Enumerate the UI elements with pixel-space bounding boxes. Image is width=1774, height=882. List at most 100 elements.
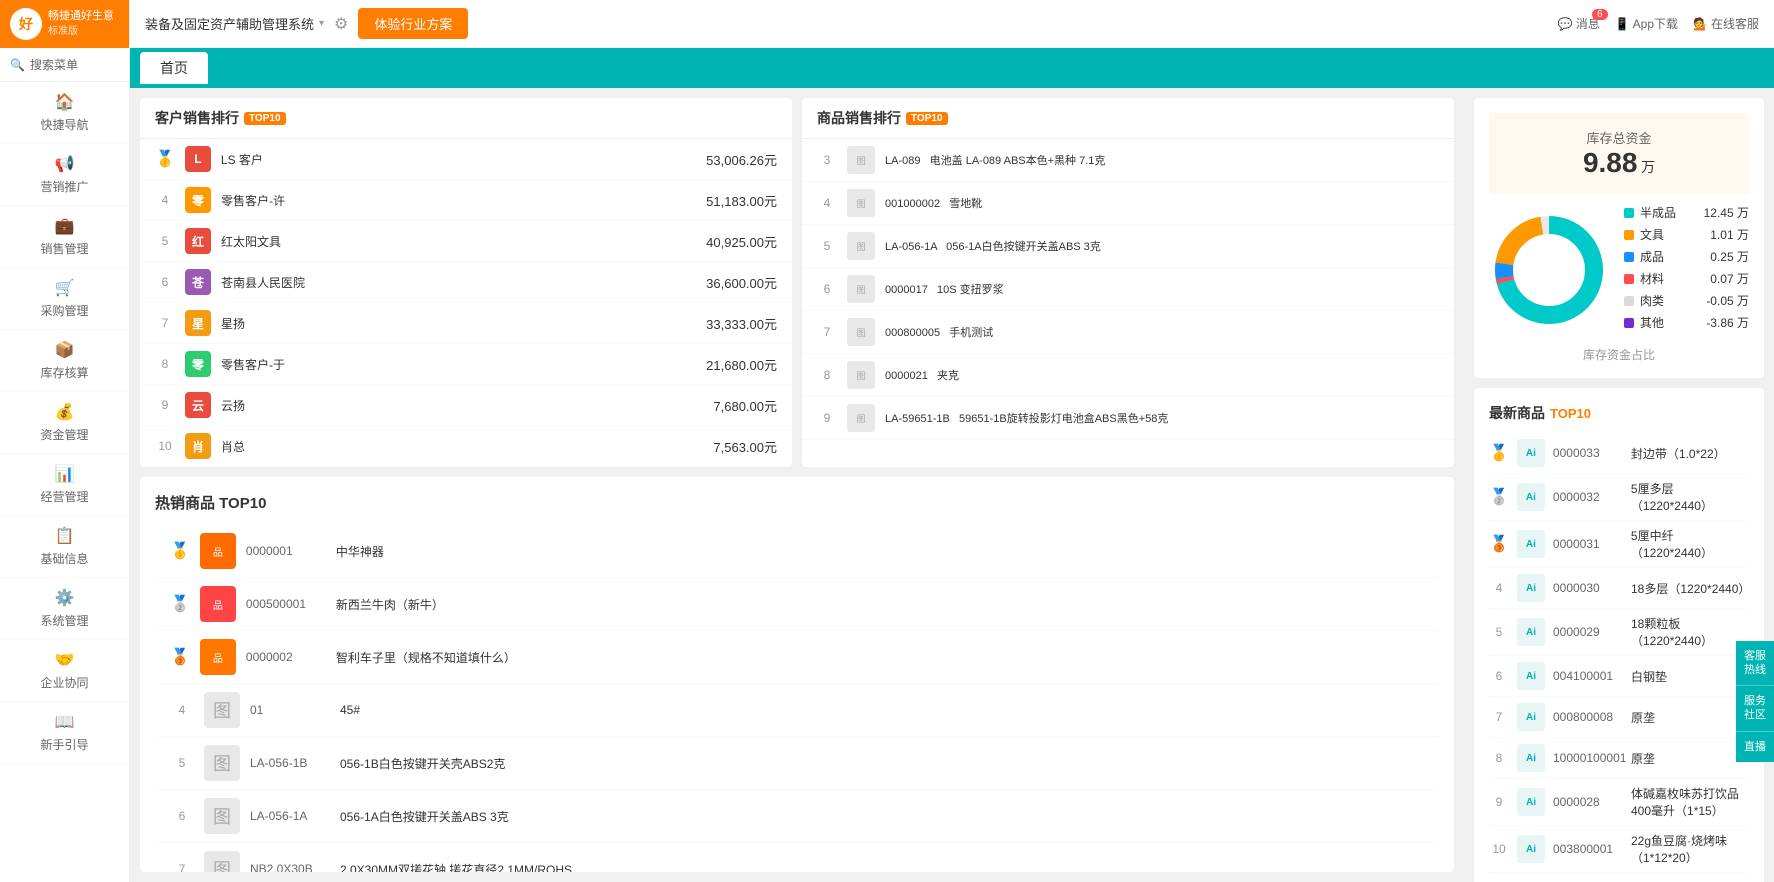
product-image: Ai — [1517, 703, 1545, 731]
right-sidebar: 库存总资金 9.88 万 — [1464, 88, 1774, 882]
guide-icon: 📖 — [55, 712, 75, 732]
sidebar-item-sales[interactable]: 💼 销售管理 — [0, 206, 129, 268]
sidebar-item-marketing[interactable]: 📢 营销推广 — [0, 144, 129, 206]
table-row: 7 图 000800005 手机测试 — [802, 311, 1454, 354]
list-item: 6 图 LA-056-1A 056-1A白色按键开关盖ABS 3克 — [155, 790, 1439, 843]
legend-dot — [1624, 318, 1634, 328]
new-products-panel: 最新商品 TOP10 🥇 Ai 0000033 封边带（1.0*22） 🥈 Ai… — [1474, 388, 1764, 882]
product-image: 图 — [847, 361, 875, 389]
customer-ranking-badge: TOP10 — [244, 112, 286, 125]
inventory-icon: 📦 — [55, 340, 75, 360]
product-image: Ai — [1517, 788, 1545, 816]
system-icon: ⚙️ — [55, 588, 75, 608]
sales-icon: 💼 — [55, 216, 75, 236]
home-icon: 🏠 — [55, 92, 75, 112]
legend-dot — [1624, 296, 1634, 306]
table-row: 🥇 L LS 客户 53,006.26元 — [140, 139, 792, 180]
legend-dot — [1624, 252, 1634, 262]
legend-item: 成品 0.25 万 — [1624, 248, 1749, 265]
message-icon: 💬 — [1558, 17, 1573, 31]
tabbar: 首页 — [130, 48, 1774, 88]
medal-icon: 🥇 — [155, 149, 175, 169]
topbar-right: 💬 消息 6 📱 App下载 💁 在线客服 — [1558, 15, 1759, 32]
list-item: 5 Ai 0000029 18颗粒板（1220*2440） — [1489, 609, 1749, 656]
product-image: 品 — [200, 639, 236, 675]
product-image: Ai — [1517, 744, 1545, 772]
dropdown-icon[interactable]: ▾ — [319, 18, 324, 29]
online-service-button[interactable]: 💁 在线客服 — [1693, 15, 1759, 32]
page-body: 客户销售排行 TOP10 🥇 L LS 客户 53,006.26元 4 — [130, 88, 1774, 882]
medal-icon: 🥉 — [1489, 534, 1509, 554]
avatar: 零 — [185, 187, 211, 213]
avatar: 苍 — [185, 269, 211, 295]
sidebar-item-home[interactable]: 🏠 快捷导航 — [0, 82, 129, 144]
product-image: 图 — [847, 232, 875, 260]
avatar: 肖 — [185, 433, 211, 459]
settings-icon[interactable]: ⚙ — [334, 14, 348, 34]
center-panels: 客户销售排行 TOP10 🥇 L LS 客户 53,006.26元 4 — [130, 88, 1464, 882]
sidebar-item-basic-info[interactable]: 📋 基础信息 — [0, 516, 129, 578]
list-item: 8 Ai 10000100001 原垄 — [1489, 738, 1749, 779]
phone-icon: 📱 — [1615, 17, 1630, 31]
product-image: 图 — [847, 318, 875, 346]
product-image: Ai — [1517, 574, 1545, 602]
float-buttons: 客服热线 服务社区 直播 — [1736, 641, 1774, 762]
sidebar-item-finance[interactable]: 💰 资金管理 — [0, 392, 129, 454]
sidebar-item-purchase[interactable]: 🛒 采购管理 — [0, 268, 129, 330]
product-image: 图 — [204, 851, 240, 872]
search-icon: 🔍 — [10, 58, 25, 72]
legend-dot — [1624, 208, 1634, 218]
sidebar-item-system[interactable]: ⚙️ 系统管理 — [0, 578, 129, 640]
customer-service-button[interactable]: 客服热线 — [1736, 641, 1774, 687]
table-row: 5 红 红太阳文具 40,925.00元 — [140, 221, 792, 262]
product-ranking-table: 3 图 LA-089 电池盖 LA-089 ABS本色+黑种 7.1克 4 图 … — [802, 139, 1454, 440]
product-ranking-header: 商品销售排行 TOP10 — [802, 98, 1454, 139]
table-row: 4 零 零售客户-许 51,183.00元 — [140, 180, 792, 221]
product-image: 图 — [847, 404, 875, 432]
rankings-row: 客户销售排行 TOP10 🥇 L LS 客户 53,006.26元 4 — [140, 98, 1454, 467]
list-item: 9 Ai 0000028 体碱嘉枚味苏打饮品400毫升（1*15） — [1489, 779, 1749, 826]
table-row: 4 图 001000002 雪地靴 — [802, 182, 1454, 225]
legend-items: 半成品 12.45 万 文具 1.01 万 成品 0.25 万 — [1624, 204, 1749, 336]
product-image: Ai — [1517, 483, 1545, 511]
sidebar-item-inventory[interactable]: 📦 库存核算 — [0, 330, 129, 392]
sidebar-logo: 好 畅捷通好生意 标准版 — [0, 0, 129, 48]
inventory-total: 库存总资金 9.88 万 — [1489, 113, 1749, 194]
message-button[interactable]: 💬 消息 6 — [1558, 15, 1600, 32]
product-image: Ai — [1517, 618, 1545, 646]
product-image: Ai — [1517, 530, 1545, 558]
product-ranking-panel: 商品销售排行 TOP10 3 图 LA-089 电池盖 LA-089 ABS本色… — [802, 98, 1454, 467]
community-button[interactable]: 服务社区 — [1736, 686, 1774, 732]
avatar: 红 — [185, 228, 211, 254]
medal-icon: 🥈 — [170, 594, 190, 614]
hot-products-panel: 热销商品 TOP10 🥇 品 0000001 中华神器 🥈 品 00050000… — [140, 477, 1454, 872]
sidebar-item-cooperation[interactable]: 🤝 企业协同 — [0, 640, 129, 702]
table-row: 9 云 云扬 7,680.00元 — [140, 385, 792, 426]
basic-info-icon: 📋 — [55, 526, 75, 546]
hot-products-title: 热销商品 TOP10 — [155, 492, 1439, 513]
product-ranking-badge: TOP10 — [906, 112, 948, 125]
cooperation-icon: 🤝 — [55, 650, 75, 670]
legend-item: 材料 0.07 万 — [1624, 270, 1749, 287]
table-row: 7 星 星扬 33,333.00元 — [140, 303, 792, 344]
list-item: 7 图 NB2.0X30B 2.0X30MM双搓花轴,搓花直径2.1MM/ROH… — [155, 843, 1439, 872]
service-icon: 💁 — [1693, 17, 1708, 31]
medal-icon: 🥈 — [1489, 487, 1509, 507]
sidebar-item-operations[interactable]: 📊 经营管理 — [0, 454, 129, 516]
search-menu[interactable]: 🔍 搜索菜单 — [0, 48, 129, 82]
table-row: 5 图 LA-056-1A 056-1A白色按键开关盖ABS 3克 — [802, 225, 1454, 268]
logo-icon: 好 — [10, 8, 42, 40]
product-image: 品 — [200, 586, 236, 622]
trial-button[interactable]: 体验行业方案 — [358, 8, 468, 39]
sidebar-item-guide[interactable]: 📖 新手引导 — [0, 702, 129, 764]
avatar: 零 — [185, 351, 211, 377]
live-button[interactable]: 直播 — [1736, 732, 1774, 762]
table-row: 6 苍 苍南县人民医院 36,600.00元 — [140, 262, 792, 303]
app-download-button[interactable]: 📱 App下载 — [1615, 15, 1678, 32]
product-image: 图 — [204, 745, 240, 781]
table-row: 6 图 0000017 10S 变扭罗浆 — [802, 268, 1454, 311]
inventory-chart: 半成品 12.45 万 文具 1.01 万 成品 0.25 万 — [1489, 204, 1749, 336]
tab-home[interactable]: 首页 — [140, 52, 208, 84]
list-item: 6 Ai 004100001 白钢垫 — [1489, 656, 1749, 697]
product-image: 图 — [204, 692, 240, 728]
